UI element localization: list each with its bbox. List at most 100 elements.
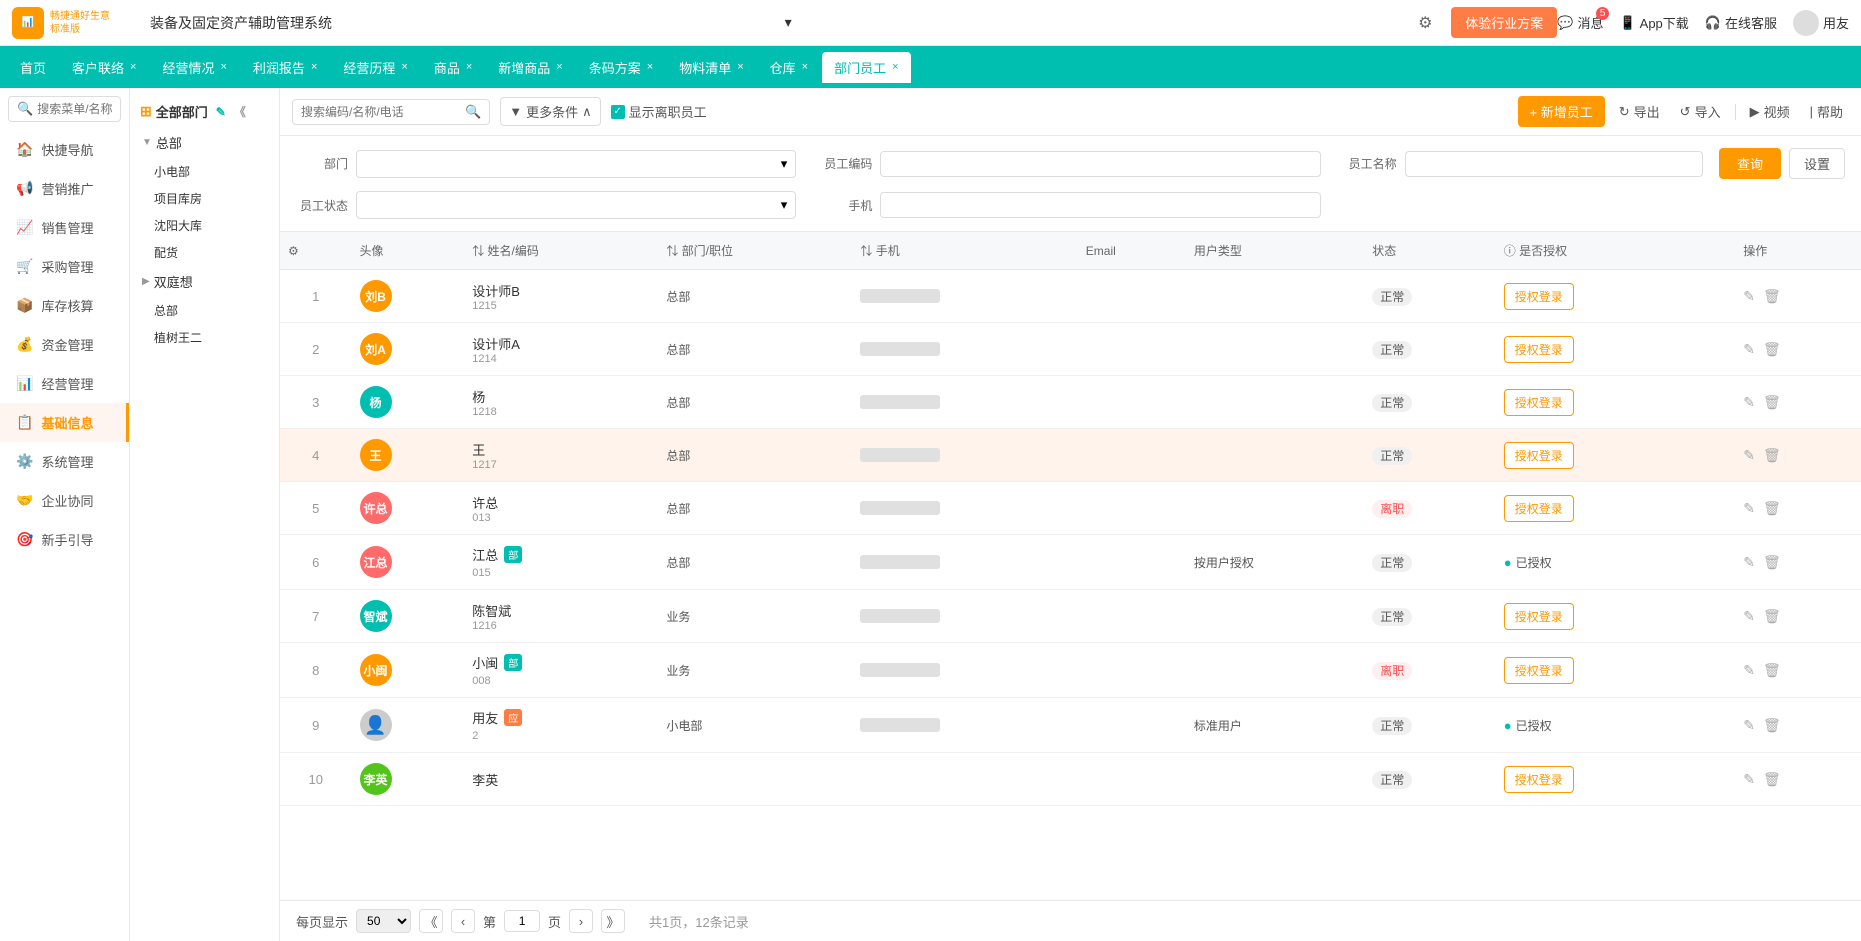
page-input[interactable]	[504, 910, 540, 932]
search-wrap[interactable]: 🔍	[8, 96, 121, 122]
search-input[interactable]	[37, 102, 117, 116]
first-page-btn[interactable]: 《	[419, 909, 443, 933]
trial-button[interactable]: 体验行业方案	[1451, 7, 1557, 38]
col-settings[interactable]: ⚙	[280, 232, 352, 270]
collapse-icon[interactable]: 《	[234, 103, 246, 120]
edit-icon[interactable]: ✎	[216, 105, 226, 119]
tab-department[interactable]: 部门员工 ×	[822, 52, 910, 83]
search-submit-icon[interactable]: 🔍	[465, 104, 481, 120]
edit-icon[interactable]: ✎	[1743, 608, 1755, 625]
sidebar-item-quicknav[interactable]: 🏠 快捷导航	[0, 130, 129, 169]
auth-login-btn[interactable]: 授权登录	[1504, 495, 1574, 522]
dept-sub-shenyang[interactable]: 沈阳大库	[130, 212, 279, 239]
sidebar-item-finance[interactable]: 💰 资金管理	[0, 325, 129, 364]
edit-icon[interactable]: ✎	[1743, 288, 1755, 305]
tab-profit[interactable]: 利润报告 ×	[241, 52, 329, 83]
tab-barcode[interactable]: 条码方案 ×	[577, 52, 665, 83]
close-icon[interactable]: ×	[892, 61, 898, 73]
edit-icon[interactable]: ✎	[1743, 341, 1755, 358]
more-filter-btn[interactable]: ▼ 更多条件 ∧	[500, 97, 600, 126]
phone-input[interactable]	[880, 192, 1320, 218]
sidebar-item-marketing[interactable]: 📢 营销推广	[0, 169, 129, 208]
col-dept[interactable]: ⇅ 部门/职位	[658, 232, 852, 270]
edit-icon[interactable]: ✎	[1743, 554, 1755, 571]
auth-login-btn[interactable]: 授权登录	[1504, 336, 1574, 363]
close-icon[interactable]: ×	[401, 61, 407, 73]
emp-name-input[interactable]	[1405, 151, 1703, 177]
sidebar-item-biz[interactable]: 📊 经营管理	[0, 364, 129, 403]
close-icon[interactable]: ×	[647, 61, 653, 73]
tab-history[interactable]: 经营历程 ×	[331, 52, 419, 83]
sidebar-item-purchase[interactable]: 🛒 采购管理	[0, 247, 129, 286]
video-btn[interactable]: ▶ 视频	[1744, 98, 1796, 125]
delete-icon[interactable]: 🗑	[1763, 608, 1781, 625]
sidebar-item-collab[interactable]: 🤝 企业协同	[0, 481, 129, 520]
edit-icon[interactable]: ✎	[1743, 771, 1755, 788]
prev-page-btn[interactable]: ‹	[451, 909, 475, 933]
delete-icon[interactable]: 🗑	[1763, 662, 1781, 679]
tab-warehouse[interactable]: 仓库 ×	[758, 52, 820, 83]
per-page-select[interactable]: 50 100 200	[356, 909, 411, 933]
dept-sub-zhishu[interactable]: 植树王二	[130, 324, 279, 351]
online-service-btn[interactable]: 🎧 在线客服	[1705, 13, 1777, 32]
status-select[interactable]: ▾	[356, 191, 796, 219]
tab-home[interactable]: 首页	[8, 52, 58, 83]
edit-icon[interactable]: ✎	[1743, 717, 1755, 734]
sidebar-item-sales[interactable]: 📈 销售管理	[0, 208, 129, 247]
edit-icon[interactable]: ✎	[1743, 394, 1755, 411]
search-input-wrap[interactable]: 🔍	[292, 99, 490, 125]
dropdown-arrow[interactable]: ▾	[785, 14, 1412, 31]
tab-operation[interactable]: 经营情况 ×	[150, 52, 238, 83]
col-phone[interactable]: ⇅ 手机	[852, 232, 1077, 270]
sidebar-item-inventory[interactable]: 📦 库存核算	[0, 286, 129, 325]
next-page-btn[interactable]: ›	[569, 909, 593, 933]
delete-icon[interactable]: 🗑	[1763, 500, 1781, 517]
sidebar-item-system[interactable]: ⚙️ 系统管理	[0, 442, 129, 481]
sidebar-item-basic[interactable]: 📋 基础信息	[0, 403, 129, 442]
close-icon[interactable]: ×	[556, 61, 562, 73]
delete-icon[interactable]: 🗑	[1763, 554, 1781, 571]
col-name[interactable]: ⇅ 姓名/编码	[464, 232, 658, 270]
dept-sub-zongbu2[interactable]: 总部	[130, 297, 279, 324]
auth-login-btn[interactable]: 授权登录	[1504, 442, 1574, 469]
tab-customer[interactable]: 客户联络 ×	[60, 52, 148, 83]
close-icon[interactable]: ×	[466, 61, 472, 73]
emp-code-input[interactable]	[880, 151, 1320, 177]
sidebar-item-guide[interactable]: 🎯 新手引导	[0, 520, 129, 559]
dept-sub-peihuo[interactable]: 配货	[130, 239, 279, 266]
settings-icon[interactable]: ⚙	[1411, 9, 1439, 37]
delete-icon[interactable]: 🗑	[1763, 771, 1781, 788]
tab-goods[interactable]: 商品 ×	[422, 52, 484, 83]
close-icon[interactable]: ×	[802, 61, 808, 73]
add-employee-btn[interactable]: + 新增员工	[1518, 96, 1605, 127]
auth-login-btn[interactable]: 授权登录	[1504, 283, 1574, 310]
user-menu[interactable]: 用友	[1793, 10, 1849, 36]
edit-icon[interactable]: ✎	[1743, 662, 1755, 679]
dept-item-shuangting[interactable]: ▶ 双庭想	[130, 266, 279, 297]
dept-item-zongbu[interactable]: ▼ 总部	[130, 127, 279, 158]
close-icon[interactable]: ×	[220, 61, 226, 73]
export-btn[interactable]: ↻ 导出	[1613, 98, 1666, 125]
messages-btn[interactable]: 💬 消息 5	[1557, 13, 1603, 32]
close-icon[interactable]: ×	[130, 61, 136, 73]
dept-select[interactable]: ▾	[356, 150, 796, 178]
show-resigned-toggle[interactable]: ✓ 显示离职员工	[611, 102, 707, 121]
edit-icon[interactable]: ✎	[1743, 500, 1755, 517]
tab-bom[interactable]: 物料清单 ×	[667, 52, 755, 83]
help-btn[interactable]: | 帮助	[1804, 98, 1849, 125]
delete-icon[interactable]: 🗑	[1763, 717, 1781, 734]
close-icon[interactable]: ×	[311, 61, 317, 73]
delete-icon[interactable]: 🗑	[1763, 341, 1781, 358]
last-page-btn[interactable]: 》	[601, 909, 625, 933]
auth-login-btn[interactable]: 授权登录	[1504, 603, 1574, 630]
auth-login-btn[interactable]: 授权登录	[1504, 766, 1574, 793]
tab-new-goods[interactable]: 新增商品 ×	[486, 52, 574, 83]
edit-icon[interactable]: ✎	[1743, 447, 1755, 464]
close-icon[interactable]: ×	[737, 61, 743, 73]
auth-login-btn[interactable]: 授权登录	[1504, 389, 1574, 416]
search-input[interactable]	[301, 105, 461, 119]
delete-icon[interactable]: 🗑	[1763, 288, 1781, 305]
dept-sub-xiaodianbu[interactable]: 小电部	[130, 158, 279, 185]
set-btn[interactable]: 设置	[1789, 148, 1845, 179]
import-btn[interactable]: ↺ 导入	[1674, 98, 1727, 125]
